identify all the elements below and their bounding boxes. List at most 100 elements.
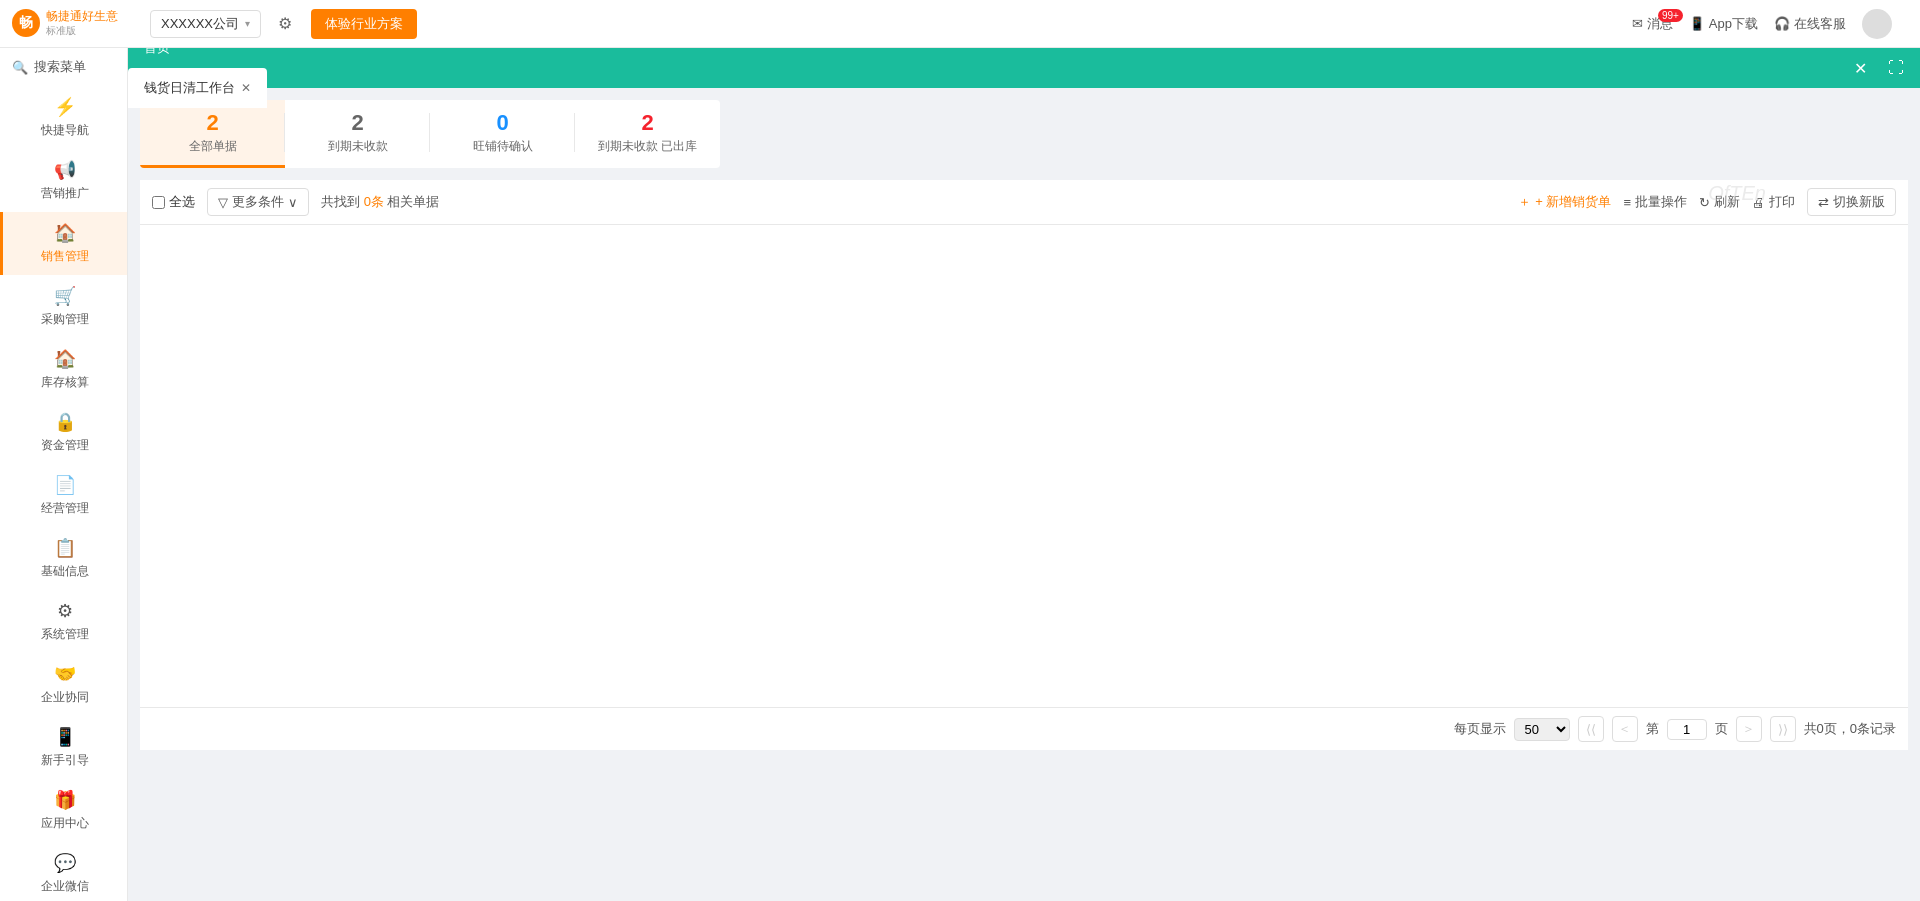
- sidebar-icon-enterprise: 🤝: [54, 663, 76, 685]
- sidebar-label-quick-nav: 快捷导航: [41, 122, 89, 139]
- tab-bar: 首页钱货日清工作台✕ ✕ ⛶: [128, 48, 1920, 88]
- stat-label-pending: 旺铺待确认: [473, 138, 533, 155]
- found-prefix: 共找到: [321, 194, 360, 209]
- message-badge: 99+: [1658, 9, 1683, 22]
- filter-button[interactable]: ▽ 更多条件 ∨: [207, 188, 309, 216]
- refresh-icon: ↻: [1699, 195, 1710, 210]
- main-content: 2 全部单据 2 到期未收款 0 旺铺待确认 2 到期未收款 已出库 全选 ▽ …: [128, 88, 1920, 901]
- chevron-down-icon: ▾: [245, 18, 250, 29]
- sidebar-items: ⚡ 快捷导航 📢 营销推广 🏠 销售管理 🛒 采购管理 🏠 库存核算 🔒 资金管…: [0, 86, 127, 901]
- page-size-label: 每页显示: [1454, 720, 1506, 738]
- stat-label-overdue: 到期未收款: [328, 138, 388, 155]
- online-service-button[interactable]: 🎧 在线客服: [1774, 15, 1846, 33]
- service-icon: 🎧: [1774, 16, 1790, 31]
- refresh-button[interactable]: ↻ 刷新: [1699, 193, 1740, 211]
- logo-area: 畅 畅捷通好生意 标准版: [12, 9, 140, 37]
- select-all-checkbox[interactable]: 全选: [152, 193, 195, 211]
- prev-page-button[interactable]: ＜: [1612, 716, 1638, 742]
- stat-tab-shipped[interactable]: 2 到期未收款 已出库: [575, 100, 720, 168]
- filter-label: 更多条件: [232, 193, 284, 211]
- tab-label-cashflow: 钱货日清工作台: [144, 79, 235, 97]
- close-tab-button[interactable]: ✕: [1846, 54, 1874, 82]
- sidebar-item-quick-nav[interactable]: ⚡ 快捷导航: [0, 86, 127, 149]
- last-page-button[interactable]: ⟩⟩: [1770, 716, 1796, 742]
- sidebar-icon-sales: 🏠: [54, 222, 76, 244]
- toolbar: 全选 ▽ 更多条件 ∨ 共找到 0条 相关单据 ＋ + 新增销货单 ≡ 批量操作: [140, 180, 1908, 225]
- print-icon: 🖨: [1752, 195, 1765, 210]
- sidebar-label-purchase: 采购管理: [41, 311, 89, 328]
- sidebar-item-operation[interactable]: 📄 经营管理: [0, 464, 127, 527]
- tab-actions: ✕ ⛶: [1846, 54, 1920, 82]
- download-icon: 📱: [1689, 16, 1705, 31]
- sidebar-item-finance[interactable]: 🔒 资金管理: [0, 401, 127, 464]
- switch-label: 切换新版: [1833, 193, 1885, 211]
- refresh-label: 刷新: [1714, 193, 1740, 211]
- sidebar-item-system[interactable]: ⚙ 系统管理: [0, 590, 127, 653]
- next-page-button[interactable]: ＞: [1736, 716, 1762, 742]
- add-icon: ＋: [1518, 193, 1531, 211]
- sidebar-item-app-center[interactable]: 🎁 应用中心: [0, 779, 127, 842]
- header-right: ✉ 消息 99+ 📱 App下载 🎧 在线客服: [1632, 9, 1908, 39]
- sidebar-icon-finance: 🔒: [54, 411, 76, 433]
- sidebar-label-inventory: 库存核算: [41, 374, 89, 391]
- logo-text-block: 畅捷通好生意 标准版: [46, 9, 118, 37]
- sidebar-item-inventory[interactable]: 🏠 库存核算: [0, 338, 127, 401]
- add-btn-label: + 新增销货单: [1535, 193, 1611, 211]
- select-all-label: 全选: [169, 193, 195, 211]
- sidebar-item-newbie[interactable]: 📱 新手引导: [0, 716, 127, 779]
- batch-icon: ≡: [1623, 195, 1631, 210]
- sidebar-icon-purchase: 🛒: [54, 285, 76, 307]
- app-download-button[interactable]: 📱 App下载: [1689, 15, 1758, 33]
- avatar[interactable]: [1862, 9, 1892, 39]
- stat-tab-overdue[interactable]: 2 到期未收款: [285, 100, 430, 168]
- page-number-input[interactable]: [1667, 719, 1707, 740]
- stat-count-pending: 0: [496, 110, 508, 136]
- pagination: 每页显示 50 100 200 ⟨⟨ ＜ 第 页 ＞ ⟩⟩ 共0页，0条记录: [140, 707, 1908, 750]
- stat-tab-pending[interactable]: 0 旺铺待确认: [430, 100, 575, 168]
- sidebar-item-basic-info[interactable]: 📋 基础信息: [0, 527, 127, 590]
- sidebar-label-operation: 经营管理: [41, 500, 89, 517]
- tab-close-cashflow[interactable]: ✕: [241, 81, 251, 95]
- search-menu-item[interactable]: 🔍 搜索菜单: [0, 48, 127, 86]
- page-size-select[interactable]: 50 100 200: [1514, 718, 1570, 741]
- batch-label: 批量操作: [1635, 193, 1687, 211]
- add-sale-order-button[interactable]: ＋ + 新增销货单: [1518, 193, 1611, 211]
- sidebar-label-app-center: 应用中心: [41, 815, 89, 832]
- app-download-label: App下载: [1709, 15, 1758, 33]
- logo-char: 畅: [19, 14, 33, 32]
- total-info: 共0页，0条记录: [1804, 720, 1896, 738]
- expand-tab-button[interactable]: ⛶: [1882, 54, 1910, 82]
- sidebar-label-enterprise: 企业协同: [41, 689, 89, 706]
- online-service-label: 在线客服: [1794, 15, 1846, 33]
- sidebar-label-marketing: 营销推广: [41, 185, 89, 202]
- trial-button[interactable]: 体验行业方案: [311, 9, 417, 39]
- sidebar-label-finance: 资金管理: [41, 437, 89, 454]
- sidebar-item-purchase[interactable]: 🛒 采购管理: [0, 275, 127, 338]
- search-icon: 🔍: [12, 60, 28, 75]
- sidebar-item-sales[interactable]: 🏠 销售管理: [0, 212, 127, 275]
- page-of-label: 第: [1646, 720, 1659, 738]
- sidebar-item-enterprise[interactable]: 🤝 企业协同: [0, 653, 127, 716]
- stat-count-shipped: 2: [641, 110, 653, 136]
- stat-tab-all[interactable]: 2 全部单据: [140, 100, 285, 168]
- page-label: 页: [1715, 720, 1728, 738]
- switch-version-button[interactable]: ⇄ 切换新版: [1807, 188, 1896, 216]
- first-page-button[interactable]: ⟨⟨: [1578, 716, 1604, 742]
- print-label: 打印: [1769, 193, 1795, 211]
- print-button[interactable]: 🖨 打印: [1752, 193, 1795, 211]
- message-button[interactable]: ✉ 消息 99+: [1632, 15, 1673, 33]
- table-area: 全选 ▽ 更多条件 ∨ 共找到 0条 相关单据 ＋ + 新增销货单 ≡ 批量操作: [140, 180, 1908, 750]
- select-all-input[interactable]: [152, 196, 165, 209]
- sidebar-item-marketing[interactable]: 📢 营销推广: [0, 149, 127, 212]
- tab-cashflow[interactable]: 钱货日清工作台 ✕: [128, 68, 267, 108]
- sidebar-item-wechat[interactable]: 💬 企业微信: [0, 842, 127, 901]
- sidebar-icon-wechat: 💬: [54, 852, 76, 874]
- stat-label-shipped: 到期未收款 已出库: [598, 138, 697, 155]
- logo-icon: 畅: [12, 9, 40, 37]
- settings-button[interactable]: ⚙: [269, 8, 301, 40]
- stat-label-all: 全部单据: [189, 138, 237, 155]
- table-body: [140, 226, 1908, 706]
- company-selector[interactable]: XXXXXX公司 ▾: [150, 10, 261, 38]
- top-header: 畅 畅捷通好生意 标准版 XXXXXX公司 ▾ ⚙ 体验行业方案 ✉ 消息 99…: [0, 0, 1920, 48]
- batch-button[interactable]: ≡ 批量操作: [1623, 193, 1687, 211]
